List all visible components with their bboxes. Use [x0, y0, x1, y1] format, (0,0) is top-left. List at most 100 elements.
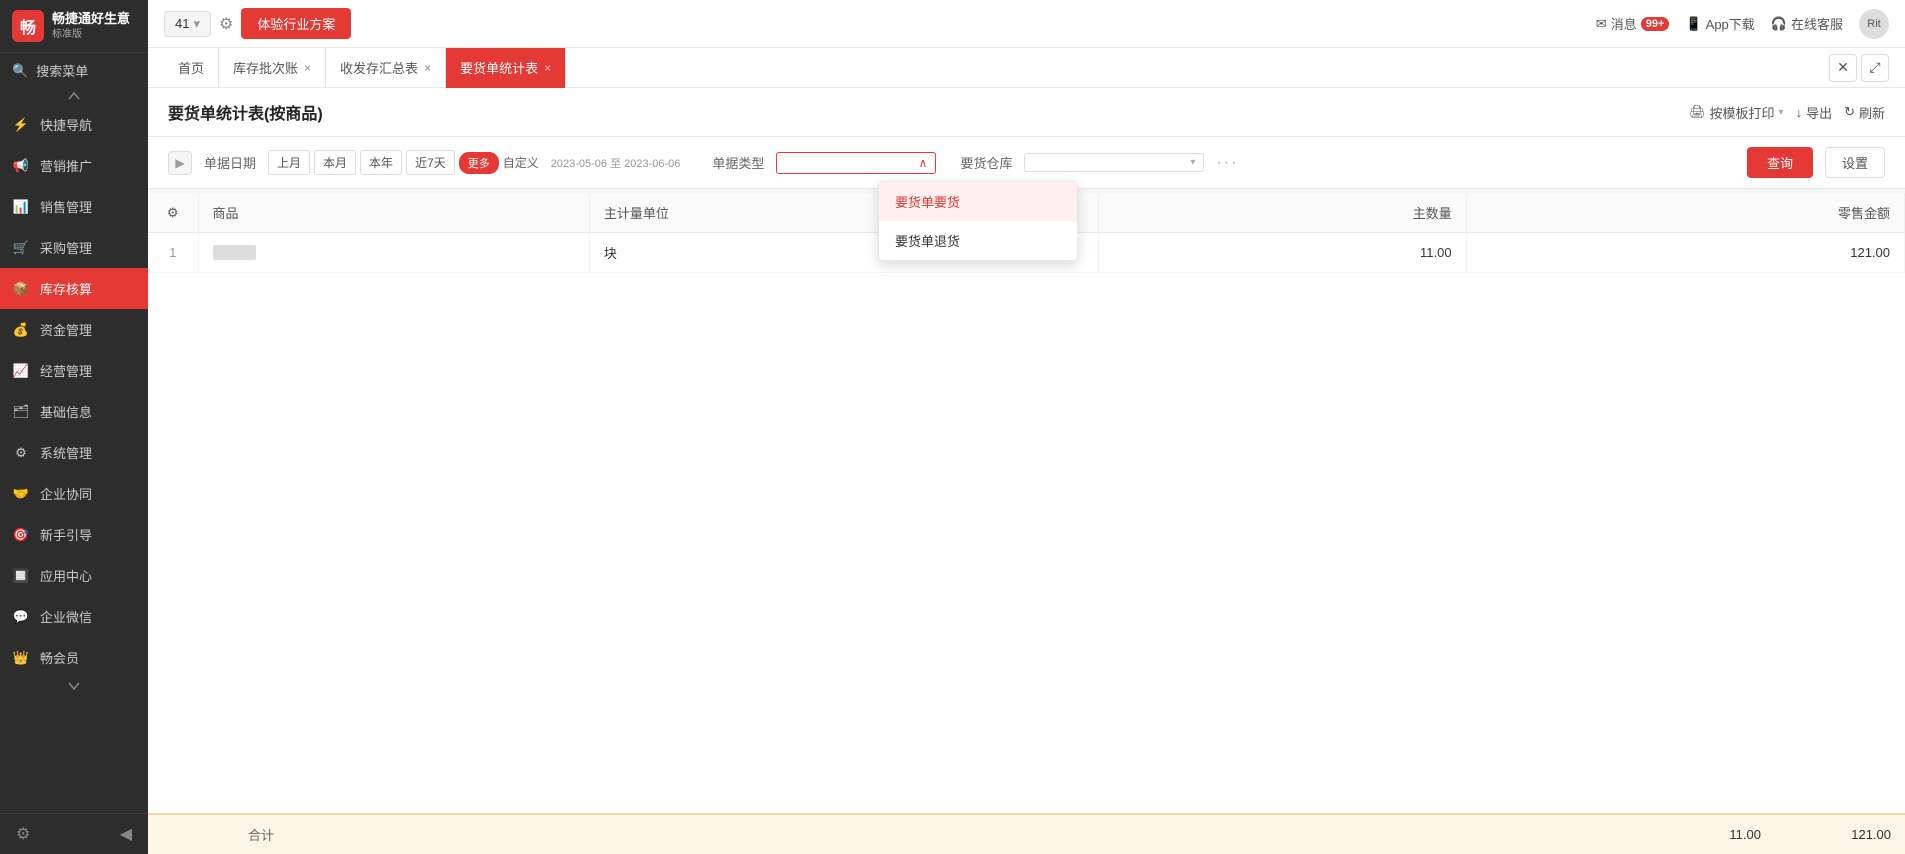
- export-btn[interactable]: ↓ 导出: [1796, 103, 1833, 122]
- print-label: 按模板打印: [1710, 103, 1775, 122]
- sidebar-item-wechat[interactable]: 💬 企业微信: [0, 596, 148, 637]
- main-area: 41 ▾ ⚙ 体验行业方案 ✉ 消息 99+ 📱 App下载 🎧 在线客服 Ri…: [148, 0, 1905, 854]
- scroll-up-btn[interactable]: [0, 88, 148, 104]
- col-product: 商品: [198, 193, 589, 233]
- sidebar-item-system[interactable]: ⚙ 系统管理: [0, 432, 148, 473]
- expand-icon: ▶: [175, 156, 184, 170]
- scroll-down-btn[interactable]: [0, 678, 148, 694]
- sidebar-settings-icon[interactable]: ⚙: [16, 824, 30, 844]
- sidebar-item-sales[interactable]: 📊 销售管理: [0, 186, 148, 227]
- dropdown-item-order-goods[interactable]: 要货单要货: [879, 182, 1077, 221]
- operations-icon: 📈: [12, 362, 30, 380]
- message-badge: 99+: [1641, 17, 1670, 31]
- search-label: 搜索菜单: [36, 61, 88, 80]
- sidebar-item-label: 快捷导航: [40, 115, 92, 134]
- filter-expand-btn[interactable]: ▶: [168, 151, 192, 175]
- trial-button[interactable]: 体验行业方案: [241, 8, 351, 39]
- sidebar-item-finance[interactable]: 💰 资金管理: [0, 309, 148, 350]
- tabs-bar: 首页 库存批次账 × 收发存汇总表 × 要货单统计表 × ✕ ⤢: [148, 48, 1905, 88]
- date-btn-this-month[interactable]: 本月: [314, 150, 356, 175]
- refresh-label: 刷新: [1859, 103, 1885, 122]
- col-amount: 零售金额: [1466, 193, 1904, 233]
- query-button[interactable]: 查询: [1747, 147, 1813, 178]
- finance-icon: 💰: [12, 321, 30, 339]
- sidebar-logo: 畅 畅捷通好生意 标准版: [0, 0, 148, 53]
- date-btn-more[interactable]: 更多: [459, 152, 499, 174]
- system-icon: ⚙: [12, 444, 30, 462]
- content: 要货单统计表(按商品) 🖨 按模板打印 ▾ ↓ 导出 ↻ 刷新: [148, 88, 1905, 854]
- sidebar-item-label: 基础信息: [40, 402, 92, 421]
- sidebar-item-base[interactable]: 🗂 基础信息: [0, 391, 148, 432]
- tab-order-summary[interactable]: 要货单统计表 ×: [446, 48, 566, 88]
- footer-qty: 11.00: [1671, 827, 1761, 842]
- sidebar-item-guide[interactable]: 🎯 新手引导: [0, 514, 148, 555]
- online-service-label: 在线客服: [1791, 14, 1843, 33]
- refresh-btn[interactable]: ↻ 刷新: [1844, 103, 1885, 122]
- sidebar-item-apps[interactable]: 🔲 应用中心: [0, 555, 148, 596]
- online-service-icon: 🎧: [1771, 16, 1787, 32]
- sidebar-item-marketing[interactable]: 📢 营销推广: [0, 145, 148, 186]
- sidebar-item-label: 企业微信: [40, 607, 92, 626]
- dropdown-item-order-return[interactable]: 要货单退货: [879, 221, 1077, 260]
- date-btn-last-month[interactable]: 上月: [268, 150, 310, 175]
- date-btn-last-7-days[interactable]: 近7天: [406, 150, 455, 175]
- sidebar-item-label: 新手引导: [40, 525, 92, 544]
- warehouse-select[interactable]: ▾: [1024, 153, 1204, 172]
- search-icon: 🔍: [12, 63, 28, 79]
- quick-nav-icon: ⚡: [12, 116, 30, 134]
- type-filter-label: 单据类型: [712, 153, 764, 172]
- type-select[interactable]: ∧: [776, 152, 936, 174]
- cell-qty: 11.00: [1098, 233, 1466, 273]
- export-label: 导出: [1806, 103, 1832, 122]
- date-custom-btn[interactable]: 自定义: [503, 154, 539, 171]
- date-buttons: 上月 本月 本年 近7天 更多 自定义: [268, 150, 539, 175]
- tab-receivable-summary-close[interactable]: ×: [424, 61, 431, 75]
- sidebar-item-purchase[interactable]: 🛒 采购管理: [0, 227, 148, 268]
- tab-close-all-btn[interactable]: ✕: [1829, 54, 1857, 82]
- refresh-icon: ↻: [1844, 104, 1855, 120]
- sidebar-item-label: 采购管理: [40, 238, 92, 257]
- sales-icon: 📊: [12, 198, 30, 216]
- avatar[interactable]: Rit: [1859, 9, 1889, 39]
- message-action[interactable]: ✉ 消息 99+: [1596, 14, 1670, 33]
- wechat-icon: 💬: [12, 608, 30, 626]
- tab-order-summary-close[interactable]: ×: [544, 61, 551, 75]
- purchase-icon: 🛒: [12, 239, 30, 257]
- tab-batch-account[interactable]: 库存批次账 ×: [219, 48, 326, 88]
- tab-expand-btn[interactable]: ⤢: [1861, 54, 1889, 82]
- sidebar-item-inventory[interactable]: 📦 库存核算: [0, 268, 148, 309]
- topbar-left: 41 ▾ ⚙ 体验行业方案: [164, 8, 1584, 39]
- tab-home[interactable]: 首页: [164, 48, 219, 88]
- vip-icon: 👑: [12, 649, 30, 667]
- apps-icon: 🔲: [12, 567, 30, 585]
- sidebar-item-operations[interactable]: 📈 经营管理: [0, 350, 148, 391]
- col-settings[interactable]: ⚙: [148, 193, 198, 233]
- sidebar-item-vip[interactable]: 👑 畅会员: [0, 637, 148, 678]
- cooperation-icon: 🤝: [12, 485, 30, 503]
- filter-bar: ▶ 单据日期 上月 本月 本年 近7天 更多 自定义 2023-05-06 至 …: [148, 137, 1905, 189]
- topbar-settings-icon[interactable]: ⚙: [219, 14, 233, 34]
- avatar-text: Rit: [1867, 18, 1880, 30]
- tab-receivable-summary[interactable]: 收发存汇总表 ×: [326, 48, 446, 88]
- online-service-action[interactable]: 🎧 在线客服: [1771, 14, 1843, 33]
- table-area: ⚙ 商品 主计量单位 主数量 零售金额 1 块: [148, 193, 1905, 813]
- app-download-action[interactable]: 📱 App下载: [1685, 14, 1754, 33]
- date-btn-this-year[interactable]: 本年: [360, 150, 402, 175]
- tab-receivable-summary-label: 收发存汇总表: [340, 58, 418, 77]
- tab-batch-account-close[interactable]: ×: [304, 61, 311, 75]
- set-button[interactable]: 设置: [1825, 147, 1885, 178]
- sidebar-collapse-icon[interactable]: ◀: [120, 824, 132, 844]
- tabs-controls: ✕ ⤢: [1829, 54, 1889, 82]
- inventory-icon: 📦: [12, 280, 30, 298]
- footer-amount: 121.00: [1781, 827, 1891, 842]
- print-btn[interactable]: 🖨 按模板打印 ▾: [1689, 103, 1784, 122]
- sidebar-item-label: 资金管理: [40, 320, 92, 339]
- page-header: 要货单统计表(按商品) 🖨 按模板打印 ▾ ↓ 导出 ↻ 刷新: [148, 88, 1905, 137]
- sidebar-nav: ⚡ 快捷导航 📢 营销推广 📊 销售管理 🛒 采购管理 📦 库存核算 💰 资金管…: [0, 88, 148, 813]
- sidebar-item-cooperation[interactable]: 🤝 企业协同: [0, 473, 148, 514]
- sidebar-search[interactable]: 🔍 搜索菜单: [0, 53, 148, 88]
- logo-icon: 畅: [12, 10, 44, 42]
- branch-selector[interactable]: 41 ▾: [164, 11, 211, 37]
- filter-more-btn[interactable]: ···: [1216, 154, 1238, 172]
- sidebar-item-quick-nav[interactable]: ⚡ 快捷导航: [0, 104, 148, 145]
